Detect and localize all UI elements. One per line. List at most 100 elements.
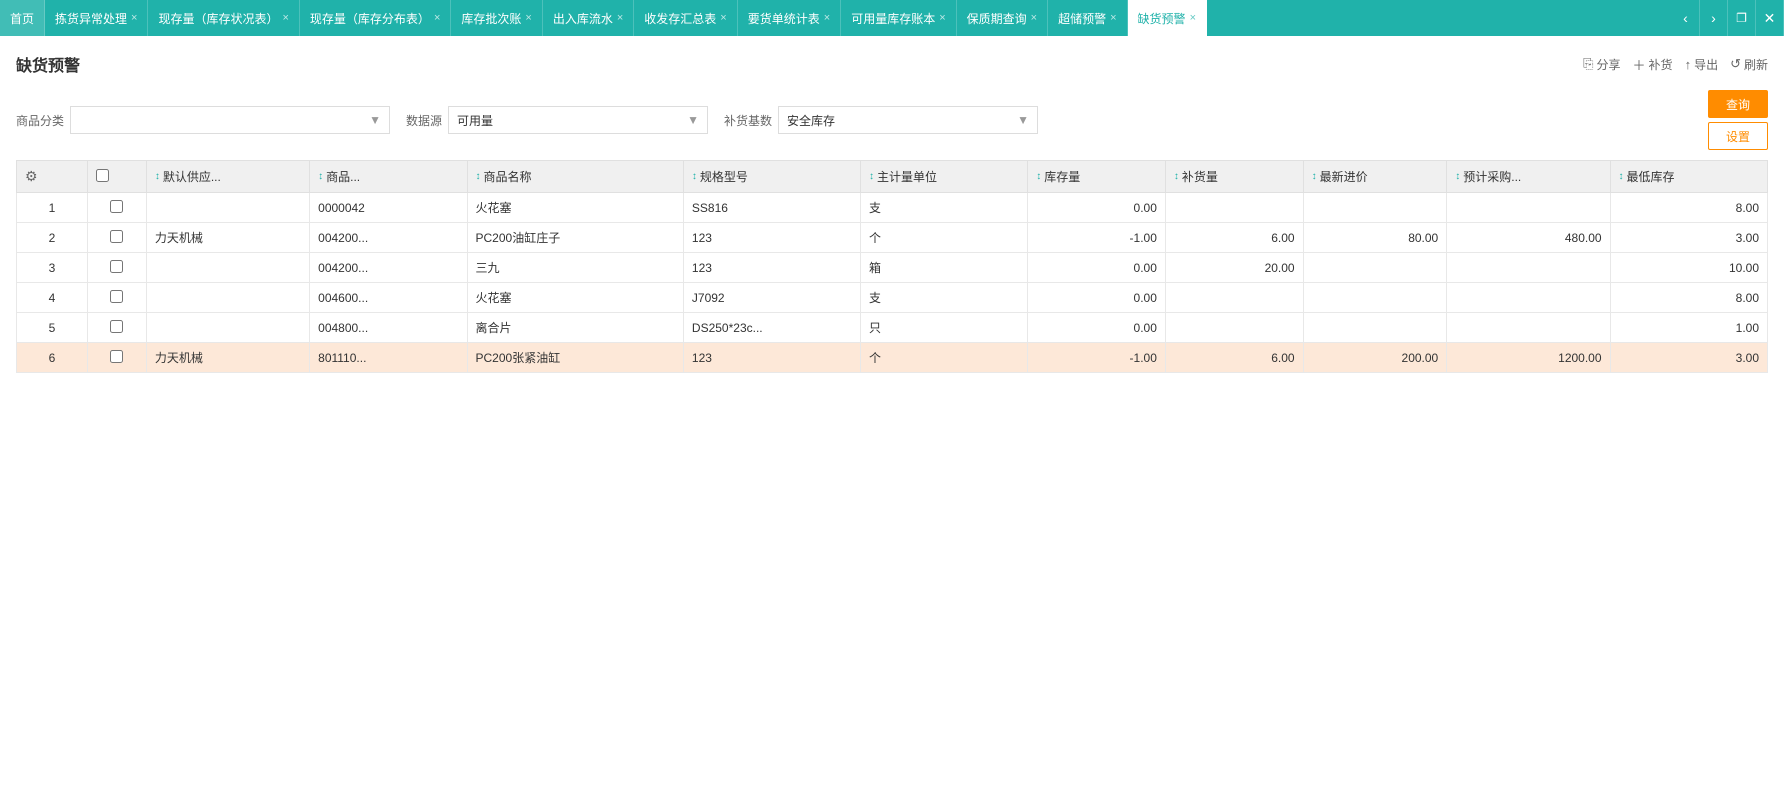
cell-checkbox[interactable]: [87, 193, 146, 223]
th-unit[interactable]: ↕主计量单位: [860, 161, 1027, 193]
replenish-action[interactable]: ＋ 补货: [1633, 55, 1673, 74]
tab-close-stock-dist[interactable]: ×: [434, 12, 440, 24]
export-label: 导出: [1694, 56, 1718, 73]
tab-nav-buttons: ‹ › ❐ ✕: [1672, 0, 1784, 36]
page-header: 缺货预警 ⎘ 分享 ＋ 补货 ↑ 导出 ↺ 刷新: [16, 52, 1768, 76]
tab-close-inout-flow[interactable]: ×: [617, 12, 623, 24]
tab-stock-dist[interactable]: 现存量（库存分布表） ×: [300, 0, 451, 36]
th-name[interactable]: ↕商品名称: [467, 161, 683, 193]
replenish-basis-select[interactable]: 安全库存 ▼: [778, 106, 1038, 134]
th-replenish[interactable]: ↕补货量: [1165, 161, 1303, 193]
category-select[interactable]: ▼: [70, 106, 390, 134]
tab-close-all[interactable]: ✕: [1756, 0, 1784, 36]
tab-inout-flow[interactable]: 出入库流水 ×: [543, 0, 634, 36]
th-code[interactable]: ↕商品...: [310, 161, 467, 193]
sort-icon-spec: ↕: [692, 171, 697, 182]
cell-checkbox[interactable]: [87, 313, 146, 343]
select-all-checkbox[interactable]: [96, 169, 109, 182]
tab-batch[interactable]: 库存批次账×: [451, 0, 542, 36]
tab-close-stock-status[interactable]: ×: [282, 12, 288, 24]
tab-close-batch[interactable]: ×: [525, 12, 531, 24]
replenish-label: 补货: [1649, 56, 1673, 73]
th-checkbox[interactable]: [87, 161, 146, 193]
query-button[interactable]: 查询: [1708, 90, 1768, 118]
tab-scroll-next[interactable]: ›: [1700, 0, 1728, 36]
tab-restore[interactable]: ❐: [1728, 0, 1756, 36]
th-supplier[interactable]: ↕默认供应...: [146, 161, 309, 193]
cell-replenish: 20.00: [1165, 253, 1303, 283]
share-action[interactable]: ⎘ 分享: [1583, 56, 1620, 73]
row-checkbox-0[interactable]: [110, 200, 123, 213]
row-checkbox-3[interactable]: [110, 290, 123, 303]
header-actions: ⎘ 分享 ＋ 补货 ↑ 导出 ↺ 刷新: [1583, 55, 1768, 74]
cell-checkbox[interactable]: [87, 223, 146, 253]
tab-label-demand: 要货单统计表: [748, 10, 820, 27]
tab-label-inout-flow: 出入库流水: [553, 10, 613, 27]
gear-icon[interactable]: ⚙: [25, 168, 38, 184]
tab-stock-status[interactable]: 现存量（库存状况表） ×: [148, 0, 299, 36]
tab-shortage[interactable]: 缺货预警×: [1128, 0, 1207, 36]
sort-icon-purchase: ↕: [1455, 171, 1460, 182]
main-content: 缺货预警 ⎘ 分享 ＋ 补货 ↑ 导出 ↺ 刷新 商品分类: [0, 36, 1784, 796]
th-price[interactable]: ↕最新进价: [1303, 161, 1447, 193]
export-action[interactable]: ↑ 导出: [1685, 56, 1719, 73]
cell-code: 0000042: [310, 193, 467, 223]
sort-icon-code: ↕: [318, 171, 323, 182]
tab-label-available: 可用量库存账本: [851, 10, 935, 27]
datasource-select[interactable]: 可用量 ▼: [448, 106, 708, 134]
cell-checkbox[interactable]: [87, 283, 146, 313]
tab-home[interactable]: 首页: [0, 0, 45, 36]
tab-close-expiry[interactable]: ×: [1031, 12, 1037, 24]
cell-stock: 0.00: [1028, 193, 1166, 223]
th-stock-label: 库存量: [1044, 168, 1080, 185]
tab-available[interactable]: 可用量库存账本 ×: [841, 0, 956, 36]
cell-code: 004200...: [310, 253, 467, 283]
cell-checkbox[interactable]: [87, 343, 146, 373]
category-arrow-icon: ▼: [369, 113, 381, 127]
cell-replenish: [1165, 313, 1303, 343]
th-minstock-label: 最低库存: [1627, 168, 1675, 185]
settings-button[interactable]: 设置: [1708, 122, 1768, 150]
row-checkbox-1[interactable]: [110, 230, 123, 243]
tab-close-overstock[interactable]: ×: [1110, 12, 1116, 24]
tab-scroll-prev[interactable]: ‹: [1672, 0, 1700, 36]
tab-close-demand[interactable]: ×: [824, 12, 830, 24]
tab-overstock[interactable]: 超储预警 ×: [1048, 0, 1127, 36]
cell-supplier: [146, 193, 309, 223]
th-minstock[interactable]: ↕最低库存: [1610, 161, 1767, 193]
cell-checkbox[interactable]: [87, 253, 146, 283]
th-stock[interactable]: ↕库存量: [1028, 161, 1166, 193]
cell-supplier: 力天机械: [146, 223, 309, 253]
row-checkbox-5[interactable]: [110, 350, 123, 363]
tab-close-abnormal[interactable]: ×: [131, 12, 137, 24]
cell-code: 004200...: [310, 223, 467, 253]
tab-label-stock-status: 现存量（库存状况表）: [158, 10, 278, 27]
cell-name: PC200油缸庄子: [467, 223, 683, 253]
tab-label-overstock: 超储预警: [1058, 10, 1106, 27]
cell-supplier: [146, 253, 309, 283]
cell-price: 200.00: [1303, 343, 1447, 373]
tab-label-stock-dist: 现存量（库存分布表）: [310, 10, 430, 27]
row-checkbox-4[interactable]: [110, 320, 123, 333]
cell-stock: 0.00: [1028, 253, 1166, 283]
tab-collect[interactable]: 收发存汇总表×: [634, 0, 737, 36]
tab-label-home: 首页: [10, 10, 34, 27]
th-purchase-label: 预计采购...: [1463, 168, 1521, 185]
tab-close-shortage[interactable]: ×: [1190, 12, 1196, 24]
th-gear[interactable]: ⚙: [17, 161, 88, 193]
tab-close-available[interactable]: ×: [939, 12, 945, 24]
tab-demand[interactable]: 要货单统计表 ×: [738, 0, 841, 36]
tab-expiry[interactable]: 保质期查询×: [957, 0, 1048, 36]
tab-close-collect[interactable]: ×: [720, 12, 726, 24]
refresh-action[interactable]: ↺ 刷新: [1730, 56, 1768, 73]
th-purchase[interactable]: ↕预计采购...: [1447, 161, 1610, 193]
replenish-basis-value: 安全库存: [787, 112, 835, 129]
cell-name: 火花塞: [467, 193, 683, 223]
row-checkbox-2[interactable]: [110, 260, 123, 273]
th-unit-label: 主计量单位: [877, 168, 937, 185]
th-spec[interactable]: ↕规格型号: [683, 161, 860, 193]
cell-spec: 123: [683, 343, 860, 373]
tab-abnormal[interactable]: 拣货异常处理×: [45, 0, 148, 36]
cell-index: 3: [17, 253, 88, 283]
sort-icon-replenish: ↕: [1174, 171, 1179, 182]
